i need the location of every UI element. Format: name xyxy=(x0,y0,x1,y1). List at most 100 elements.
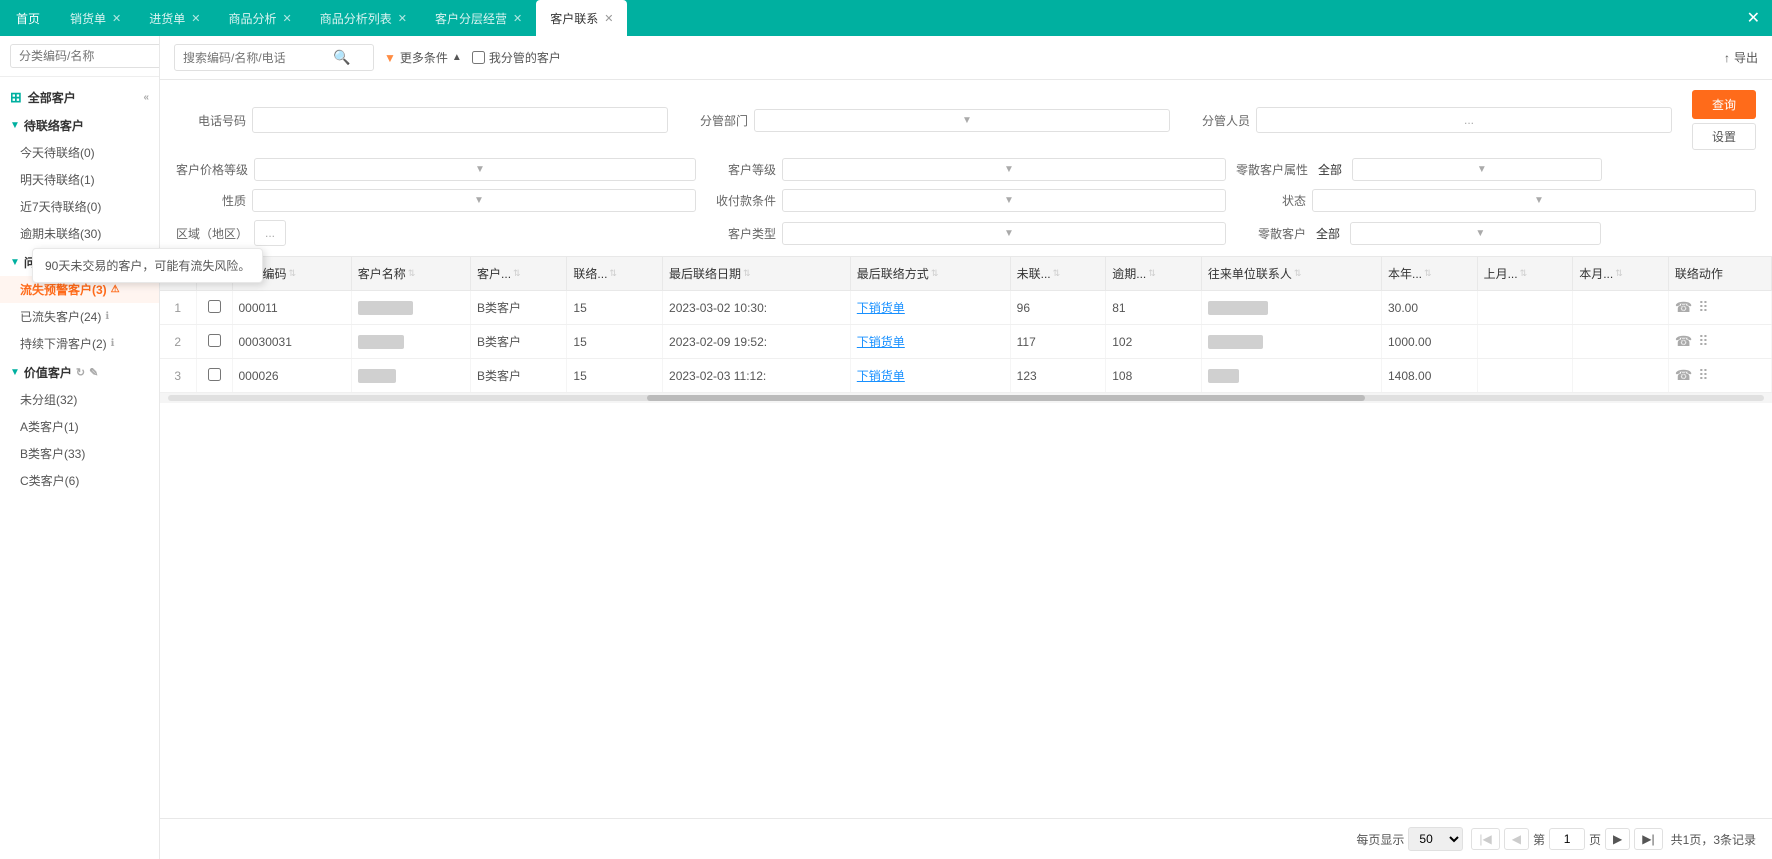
edit-icon[interactable]: ✎ xyxy=(89,366,98,379)
td-check-0[interactable] xyxy=(196,291,232,325)
payment-select[interactable]: ▼ xyxy=(782,189,1226,212)
td-this-year-1: 1000.00 xyxy=(1381,325,1477,359)
tab-sales-order[interactable]: 销货单 ✕ xyxy=(56,0,135,36)
gender-select[interactable]: ▼ xyxy=(252,189,696,212)
th-last-month[interactable]: 上月... ⇅ xyxy=(1477,257,1573,291)
sidebar-search-input[interactable] xyxy=(10,44,160,68)
sidebar-all-customers[interactable]: ⊞ 全部客户 « xyxy=(0,83,159,112)
tab-purchase-close[interactable]: ✕ xyxy=(191,12,200,25)
zero-attr-select[interactable]: ▼ xyxy=(1352,158,1602,181)
row-checkbox-2[interactable] xyxy=(208,368,221,381)
tab-cl-close[interactable]: ✕ xyxy=(513,12,522,25)
td-last-method-0[interactable]: 下销货单 xyxy=(850,291,1010,325)
th-unit-contact[interactable]: 往来单位联系人 ⇅ xyxy=(1201,257,1381,291)
tab-home[interactable]: 首页 xyxy=(0,0,56,36)
page-input[interactable] xyxy=(1549,828,1585,850)
contact-icon-0[interactable]: ☎ xyxy=(1675,299,1692,316)
page-current: 第 页 xyxy=(1533,828,1601,850)
main-search-icon[interactable]: 🔍 xyxy=(333,49,350,66)
main-search-input[interactable] xyxy=(183,51,333,65)
more-icon-0[interactable]: ⠿ xyxy=(1698,299,1708,316)
td-last-month-0 xyxy=(1477,291,1573,325)
settings-btn[interactable]: 设置 xyxy=(1692,123,1756,150)
tab-purchase[interactable]: 进货单 ✕ xyxy=(135,0,214,36)
th-last-method[interactable]: 最后联络方式 ⇅ xyxy=(850,257,1010,291)
td-last-method-1[interactable]: 下销货单 xyxy=(850,325,1010,359)
horizontal-scrollbar[interactable] xyxy=(160,393,1772,403)
tab-cc-label: 客户联系 xyxy=(550,10,598,27)
page-nav: |◀ ◀ 第 页 ▶ ▶| xyxy=(1471,828,1662,850)
contact-icon-2[interactable]: ☎ xyxy=(1675,367,1692,384)
zero-customer-select[interactable]: ▼ xyxy=(1350,222,1601,245)
page-next-btn[interactable]: ▶ xyxy=(1605,828,1630,850)
customer-level-select[interactable]: ▼ xyxy=(782,158,1226,181)
query-btn[interactable]: 查询 xyxy=(1692,90,1756,119)
sidebar-item-overdue[interactable]: 逾期未联络(30) xyxy=(0,220,159,247)
filter-zero-customer: 零散客户 全部 ▼ xyxy=(1236,222,1756,245)
tab-pal-close[interactable]: ✕ xyxy=(398,12,407,25)
sidebar-group-pending-title[interactable]: ▼ 待联络客户 xyxy=(0,112,159,139)
tab-product-analysis[interactable]: 商品分析 ✕ xyxy=(214,0,305,36)
page-last-btn[interactable]: ▶| xyxy=(1634,828,1662,850)
more-icon-1[interactable]: ⠿ xyxy=(1698,333,1708,350)
tab-customer-layer[interactable]: 客户分层经营 ✕ xyxy=(421,0,536,36)
th-this-year[interactable]: 本年... ⇅ xyxy=(1381,257,1477,291)
tab-home-label: 首页 xyxy=(16,10,40,27)
more-icon-2[interactable]: ⠿ xyxy=(1698,367,1708,384)
price-level-select[interactable]: ▼ xyxy=(254,158,696,181)
sidebar-item-class-c[interactable]: C类客户(6) xyxy=(0,467,159,494)
th-last-date[interactable]: 最后联络日期 ⇅ xyxy=(663,257,851,291)
dept-select[interactable]: ▼ xyxy=(754,109,1170,132)
td-last-method-2[interactable]: 下销货单 xyxy=(850,359,1010,393)
customer-type-select[interactable]: ▼ xyxy=(782,222,1226,245)
status-select[interactable]: ▼ xyxy=(1312,189,1756,212)
per-page-select[interactable]: 50 100 200 xyxy=(1408,827,1463,851)
export-btn[interactable]: ↑ 导出 xyxy=(1724,49,1758,66)
tab-product-analysis-list[interactable]: 商品分析列表 ✕ xyxy=(306,0,421,36)
th-name[interactable]: 客户名称 ⇅ xyxy=(351,257,470,291)
sidebar-item-class-b[interactable]: B类客户(33) xyxy=(0,440,159,467)
tab-sales-close[interactable]: ✕ xyxy=(112,12,121,25)
contact-method-link-2[interactable]: 下销货单 xyxy=(857,369,905,383)
sidebar-content: ⊞ 全部客户 « ▼ 待联络客户 今天待联络(0) 明天待联络(1) xyxy=(0,77,159,859)
tab-cc-close[interactable]: ✕ xyxy=(604,12,613,25)
more-conditions-btn[interactable]: ▼ 更多条件 ▲ xyxy=(384,49,462,66)
scroll-thumb[interactable] xyxy=(647,395,1365,401)
window-close-btn[interactable]: ✕ xyxy=(1747,8,1772,28)
page-prev-btn[interactable]: ◀ xyxy=(1504,828,1529,850)
sidebar-item-tomorrow[interactable]: 明天待联络(1) xyxy=(0,166,159,193)
my-customers-checkbox[interactable] xyxy=(472,51,485,64)
sidebar-item-7days[interactable]: 近7天待联络(0) xyxy=(0,193,159,220)
page-first-btn[interactable]: |◀ xyxy=(1471,828,1499,850)
item-7days-label: 近7天待联络(0) xyxy=(20,198,101,215)
sidebar-item-today[interactable]: 今天待联络(0) xyxy=(0,139,159,166)
sidebar-item-declining[interactable]: 持续下滑客户(2) ℹ xyxy=(0,330,159,357)
sidebar-item-churned[interactable]: 已流失客户(24) ℹ xyxy=(0,303,159,330)
tab-customer-contact[interactable]: 客户联系 ✕ xyxy=(536,0,627,36)
tab-pa-close[interactable]: ✕ xyxy=(283,12,292,25)
td-check-2[interactable] xyxy=(196,359,232,393)
th-contacts[interactable]: 联络... ⇅ xyxy=(567,257,663,291)
region-select[interactable]: ... xyxy=(254,220,286,246)
sidebar-group-value-title[interactable]: ▼ 价值客户 ↻ ✎ xyxy=(0,359,159,386)
refresh-icon[interactable]: ↻ xyxy=(76,366,85,379)
scroll-track xyxy=(168,395,1764,401)
th-uncontacted[interactable]: 未联... ⇅ xyxy=(1010,257,1106,291)
th-this-month[interactable]: 本月... ⇅ xyxy=(1573,257,1669,291)
contact-method-link-1[interactable]: 下销货单 xyxy=(857,335,905,349)
collapse-icon[interactable]: « xyxy=(143,92,149,103)
row-checkbox-0[interactable] xyxy=(208,300,221,313)
contact-icon-1[interactable]: ☎ xyxy=(1675,333,1692,350)
contact-method-link-0[interactable]: 下销货单 xyxy=(857,301,905,315)
zero-attr-label: 零散客户属性 xyxy=(1236,161,1308,178)
td-check-1[interactable] xyxy=(196,325,232,359)
sidebar-item-ungrouped[interactable]: 未分组(32) xyxy=(0,386,159,413)
th-overdue[interactable]: 逾期... ⇅ xyxy=(1106,257,1202,291)
row-checkbox-1[interactable] xyxy=(208,334,221,347)
th-type[interactable]: 客户... ⇅ xyxy=(471,257,567,291)
sort-icon-code: ⇅ xyxy=(289,268,297,279)
td-actions-1: ☎ ⠿ xyxy=(1668,325,1771,359)
phone-input[interactable] xyxy=(252,107,668,133)
sidebar-item-class-a[interactable]: A类客户(1) xyxy=(0,413,159,440)
person-select[interactable]: ... xyxy=(1256,107,1672,133)
